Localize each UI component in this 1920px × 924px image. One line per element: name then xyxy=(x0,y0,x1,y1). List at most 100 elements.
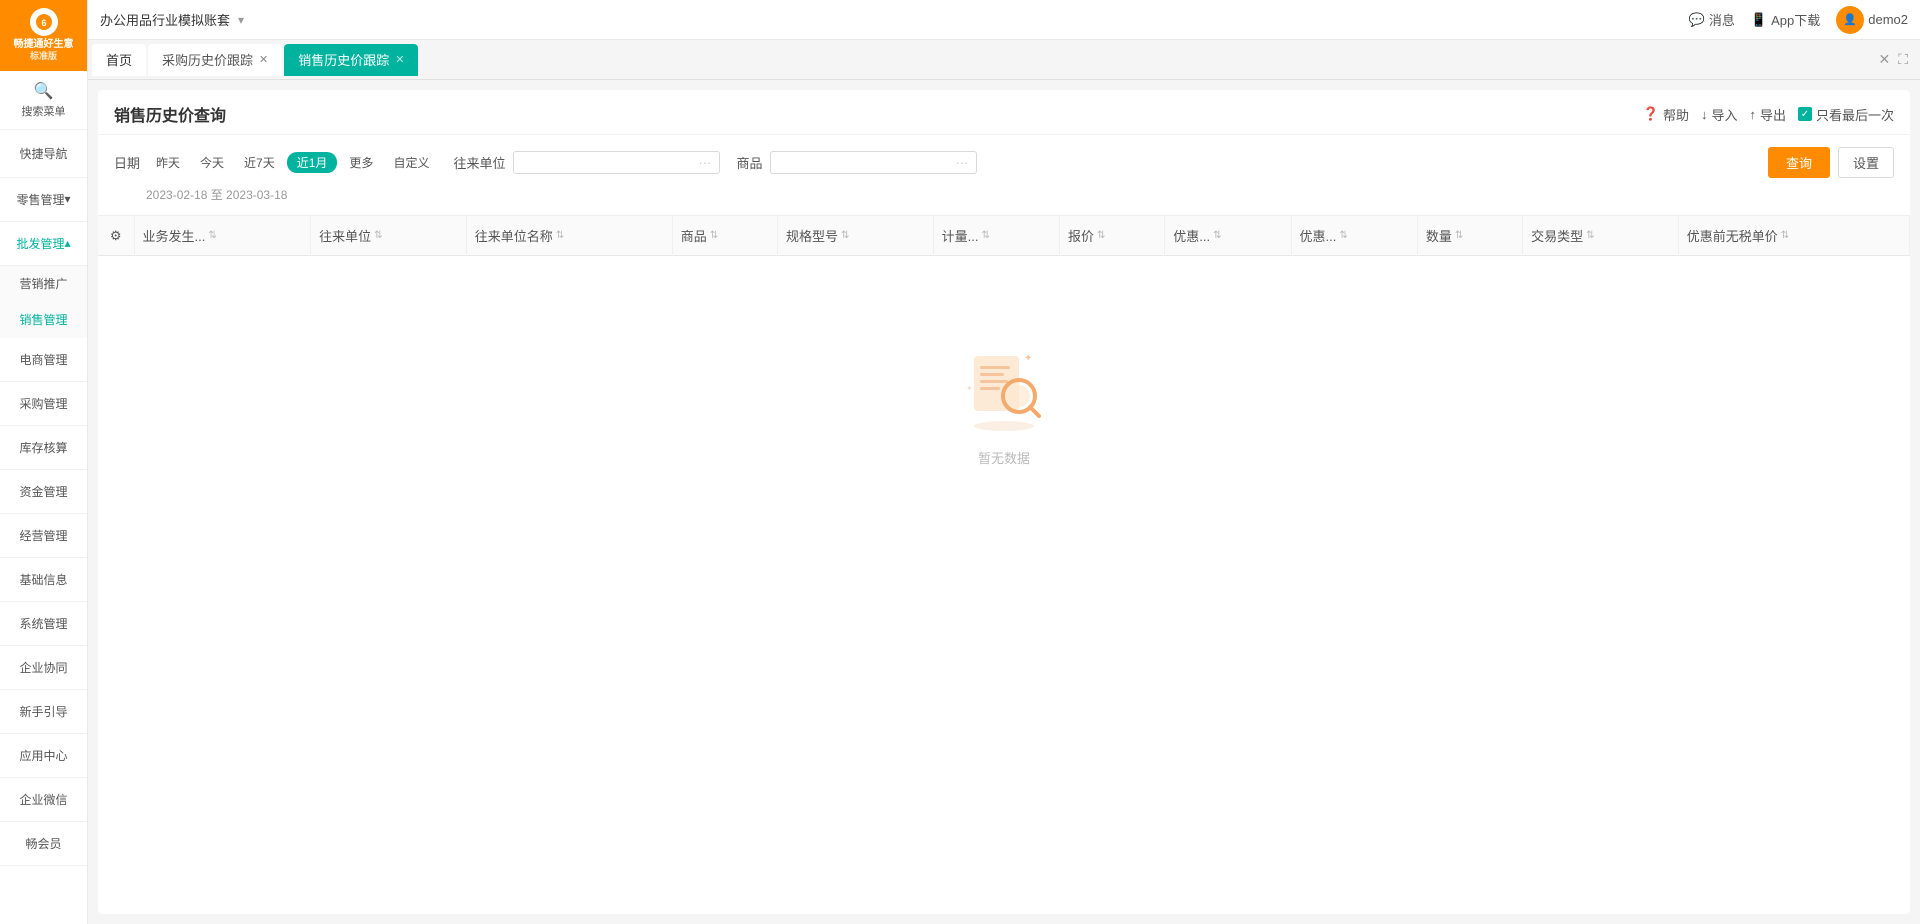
date-btn-yesterday[interactable]: 昨天 xyxy=(148,152,188,173)
col-spec[interactable]: 规格型号 ⇅ xyxy=(778,216,934,256)
table-header: ⚙ 业务发生... ⇅ 往来单位 xyxy=(98,216,1910,256)
tab-sales-history[interactable]: 销售历史价跟踪 ✕ xyxy=(284,44,418,76)
col-discount-amt-label: 优惠... xyxy=(1300,226,1337,245)
partner-input[interactable] xyxy=(522,155,698,170)
tabbar: 首页 采购历史价跟踪 ✕ 销售历史价跟踪 ✕ ✕ ⛶ xyxy=(88,40,1920,80)
sidebar-item-wechat[interactable]: 企业微信 xyxy=(0,778,87,822)
partner-input-wrap[interactable]: ··· xyxy=(513,151,720,174)
app-logo[interactable]: 6 畅捷通好生意 标准版 xyxy=(0,0,87,71)
user-profile[interactable]: 👤 demo2 xyxy=(1836,6,1908,34)
tab-minimize-icon[interactable]: ✕ xyxy=(1878,51,1890,68)
tab-purchase-history[interactable]: 采购历史价跟踪 ✕ xyxy=(148,44,282,76)
import-icon: ↓ xyxy=(1701,107,1708,122)
sidebar-item-apps[interactable]: 应用中心 xyxy=(0,734,87,778)
message-button[interactable]: 💬 消息 xyxy=(1689,10,1735,29)
col-qty-label: 数量 xyxy=(1426,226,1452,245)
tab-home[interactable]: 首页 xyxy=(92,44,146,76)
col-pretax-price[interactable]: 优惠前无税单价 ⇅ xyxy=(1678,216,1909,256)
sidebar-item-inventory[interactable]: 库存核算 xyxy=(0,426,87,470)
help-button[interactable]: ❓ 帮助 xyxy=(1643,105,1689,124)
col-trade-type[interactable]: 交易类型 ⇅ xyxy=(1523,216,1679,256)
gear-icon: ⚙ xyxy=(110,228,122,243)
sidebar-item-basic[interactable]: 基础信息 xyxy=(0,558,87,602)
only-last-label: 只看最后一次 xyxy=(1816,105,1894,124)
sidebar-item-system[interactable]: 系统管理 xyxy=(0,602,87,646)
sidebar-item-operations[interactable]: 经营管理 xyxy=(0,514,87,558)
goods-input[interactable] xyxy=(779,155,955,170)
partner-dots-icon[interactable]: ··· xyxy=(698,155,711,170)
avatar-icon: 👤 xyxy=(1843,13,1857,26)
col-partner-code[interactable]: 往来单位 ⇅ xyxy=(311,216,467,256)
col-discount-rate-sort-icon: ⇅ xyxy=(1213,230,1221,241)
sidebar-item-member[interactable]: 畅会员 xyxy=(0,822,87,866)
goods-input-wrap[interactable]: ··· xyxy=(770,151,977,174)
export-icon: ↑ xyxy=(1749,107,1756,122)
import-button[interactable]: ↓ 导入 xyxy=(1701,105,1738,124)
sidebar-item-search[interactable]: 🔍 搜索菜单 xyxy=(0,71,87,130)
help-label: 帮助 xyxy=(1663,105,1689,124)
sidebar-item-shortcut[interactable]: 快捷导航 xyxy=(0,130,87,178)
sidebar-item-newbie[interactable]: 新手引导 xyxy=(0,690,87,734)
sidebar-item-finance[interactable]: 资金管理 xyxy=(0,470,87,514)
sidebar-item-ecommerce[interactable]: 电商管理 xyxy=(0,338,87,382)
apps-label: 应用中心 xyxy=(19,747,67,764)
tab-expand-icon[interactable]: ⛶ xyxy=(1898,51,1908,68)
date-btn-7days[interactable]: 近7天 xyxy=(236,152,283,173)
date-btn-more[interactable]: 更多 xyxy=(341,152,381,173)
col-gear[interactable]: ⚙ xyxy=(98,216,134,256)
date-btn-1month[interactable]: 近1月 xyxy=(287,152,338,173)
sidebar-item-sales[interactable]: 销售管理 xyxy=(0,302,87,338)
enterprise-label: 企业协同 xyxy=(19,659,67,676)
col-partner-name-sort-icon: ⇅ xyxy=(556,230,564,241)
wholesale-arrow: ▴ xyxy=(64,236,70,250)
tab-sales-label: 销售历史价跟踪 xyxy=(298,50,389,69)
col-unit[interactable]: 计量... ⇅ xyxy=(933,216,1059,256)
phone-icon: 📱 xyxy=(1751,12,1767,28)
col-partner-name[interactable]: 往来单位名称 ⇅ xyxy=(466,216,672,256)
sidebar-item-retail[interactable]: 零售管理 ▾ xyxy=(0,178,87,222)
table-container: ⚙ 业务发生... ⇅ 往来单位 xyxy=(98,216,1910,914)
settings-button[interactable]: 设置 xyxy=(1838,147,1894,178)
topbar-title: 办公用品行业模拟账套 xyxy=(100,10,230,29)
empty-text: 暂无数据 xyxy=(978,448,1030,467)
col-qty[interactable]: 数量 ⇅ xyxy=(1417,216,1522,256)
partner-filter-group: 往来单位 ··· xyxy=(453,151,720,174)
empty-illustration: ✦ ✦ xyxy=(954,336,1054,436)
sidebar-item-enterprise[interactable]: 企业协同 xyxy=(0,646,87,690)
tab-sales-close-icon[interactable]: ✕ xyxy=(395,53,404,66)
col-goods[interactable]: 商品 ⇅ xyxy=(672,216,777,256)
sidebar-item-wholesale[interactable]: 批发管理 ▴ xyxy=(0,222,87,266)
message-icon: 💬 xyxy=(1689,12,1705,28)
col-biz-date[interactable]: 业务发生... ⇅ xyxy=(134,216,311,256)
topbar-dropdown-icon[interactable]: ▾ xyxy=(238,13,244,27)
tab-purchase-close-icon[interactable]: ✕ xyxy=(259,53,268,66)
svg-text:✦: ✦ xyxy=(966,384,973,393)
goods-dots-icon[interactable]: ··· xyxy=(955,155,968,170)
marketing-label: 营销推广 xyxy=(19,275,67,292)
col-discount-amt[interactable]: 优惠... ⇅ xyxy=(1291,216,1417,256)
query-button[interactable]: 查询 xyxy=(1768,147,1830,178)
operations-label: 经营管理 xyxy=(19,527,67,544)
tab-actions: ✕ ⛶ xyxy=(1878,51,1916,68)
main-area: 办公用品行业模拟账套 ▾ 💬 消息 📱 App下载 👤 demo2 首页 xyxy=(88,0,1920,924)
svg-text:6: 6 xyxy=(41,18,46,28)
help-icon: ❓ xyxy=(1643,106,1659,122)
topbar-left: 办公用品行业模拟账套 ▾ xyxy=(100,10,244,29)
sidebar-item-purchase[interactable]: 采购管理 xyxy=(0,382,87,426)
inventory-label: 库存核算 xyxy=(19,439,67,456)
only-last-checkbox[interactable]: ✓ xyxy=(1798,107,1812,121)
filter-area: 日期 昨天 今天 近7天 近1月 更多 自定义 往来单位 xyxy=(98,135,1910,216)
topbar: 办公用品行业模拟账套 ▾ 💬 消息 📱 App下载 👤 demo2 xyxy=(88,0,1920,40)
export-button[interactable]: ↑ 导出 xyxy=(1749,105,1786,124)
date-btn-today[interactable]: 今天 xyxy=(192,152,232,173)
logo-icon: 6 xyxy=(30,8,58,36)
col-quote[interactable]: 报价 ⇅ xyxy=(1059,216,1164,256)
date-btn-custom[interactable]: 自定义 xyxy=(385,152,437,173)
app-download-button[interactable]: 📱 App下载 xyxy=(1751,10,1820,29)
col-discount-rate[interactable]: 优惠... ⇅ xyxy=(1165,216,1291,256)
sidebar-item-marketing[interactable]: 营销推广 xyxy=(0,266,87,302)
page-header: 销售历史价查询 ❓ 帮助 ↓ 导入 ↑ 导出 ✓ xyxy=(98,90,1910,135)
page-card: 销售历史价查询 ❓ 帮助 ↓ 导入 ↑ 导出 ✓ xyxy=(98,90,1910,914)
col-partner-code-label: 往来单位 xyxy=(319,226,371,245)
sales-label: 销售管理 xyxy=(19,311,67,328)
